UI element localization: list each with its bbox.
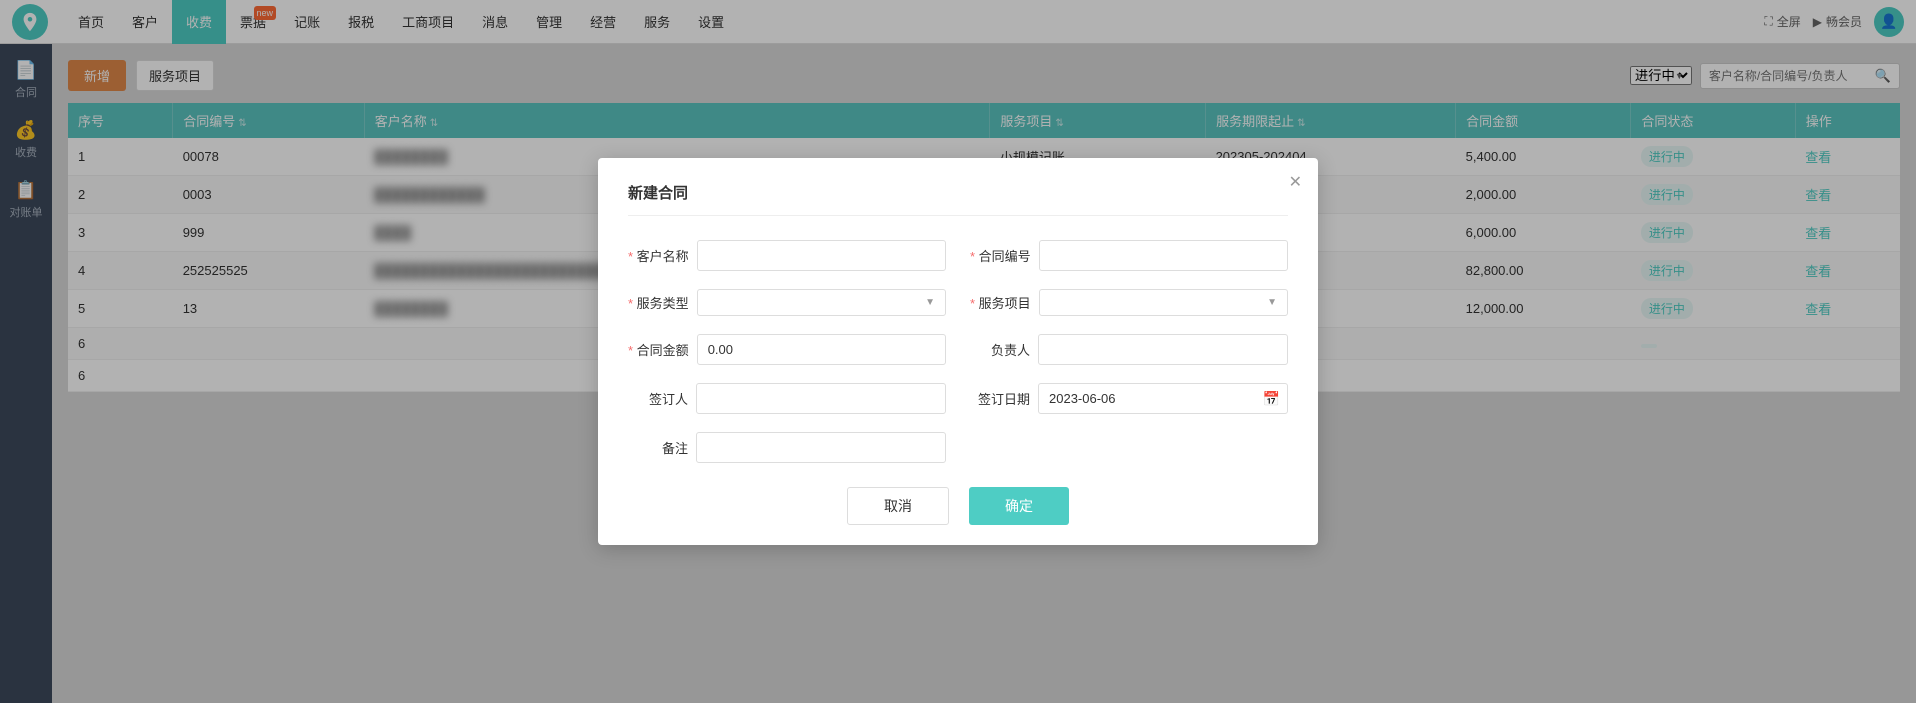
- modal-title: 新建合同: [628, 182, 1288, 216]
- service-item-arrow: ▼: [1267, 297, 1277, 308]
- new-contract-modal: ✕ 新建合同 客户名称 合同编号 服务类型 ▼ 服务项目: [598, 158, 1318, 545]
- contract-no-label: 合同编号: [970, 246, 1031, 265]
- modal-actions: 取消 确定: [628, 487, 1288, 525]
- field-signer: 签订人: [628, 383, 946, 414]
- contract-amount-label: 合同金额: [628, 340, 689, 359]
- signer-label: 签订人: [628, 389, 688, 408]
- form-row-5: 备注: [628, 432, 1288, 463]
- service-type-select[interactable]: ▼: [697, 289, 946, 316]
- responsible-input[interactable]: [1038, 334, 1288, 365]
- remark-input[interactable]: [696, 432, 946, 463]
- service-type-arrow: ▼: [925, 297, 935, 308]
- field-service-item: 服务项目 ▼: [970, 289, 1288, 316]
- field-contract-amount: 合同金额: [628, 334, 946, 365]
- field-contract-no: 合同编号: [970, 240, 1288, 271]
- modal-overlay: ✕ 新建合同 客户名称 合同编号 服务类型 ▼ 服务项目: [0, 0, 1916, 703]
- confirm-button[interactable]: 确定: [969, 487, 1069, 525]
- remark-label: 备注: [628, 438, 688, 457]
- field-service-type: 服务类型 ▼: [628, 289, 946, 316]
- field-remark: 备注: [628, 432, 946, 463]
- form-row-2: 服务类型 ▼ 服务项目 ▼: [628, 289, 1288, 316]
- calendar-icon[interactable]: 📅: [1263, 390, 1280, 407]
- contract-no-input[interactable]: [1039, 240, 1288, 271]
- sign-date-input[interactable]: [1038, 383, 1288, 414]
- cancel-button[interactable]: 取消: [847, 487, 949, 525]
- service-type-label: 服务类型: [628, 293, 689, 312]
- sign-date-label: 签订日期: [970, 389, 1030, 408]
- contract-amount-input[interactable]: [697, 334, 946, 365]
- customer-name-input[interactable]: [697, 240, 946, 271]
- form-row-3: 合同金额 负责人: [628, 334, 1288, 365]
- service-item-select[interactable]: ▼: [1039, 289, 1288, 316]
- modal-close-button[interactable]: ✕: [1289, 172, 1302, 192]
- signer-input[interactable]: [696, 383, 946, 414]
- field-sign-date: 签订日期 📅: [970, 383, 1288, 414]
- customer-name-label: 客户名称: [628, 246, 689, 265]
- responsible-label: 负责人: [970, 340, 1030, 359]
- form-row-4: 签订人 签订日期 📅: [628, 383, 1288, 414]
- service-item-label: 服务项目: [970, 293, 1031, 312]
- field-responsible: 负责人: [970, 334, 1288, 365]
- form-row-1: 客户名称 合同编号: [628, 240, 1288, 271]
- field-customer-name: 客户名称: [628, 240, 946, 271]
